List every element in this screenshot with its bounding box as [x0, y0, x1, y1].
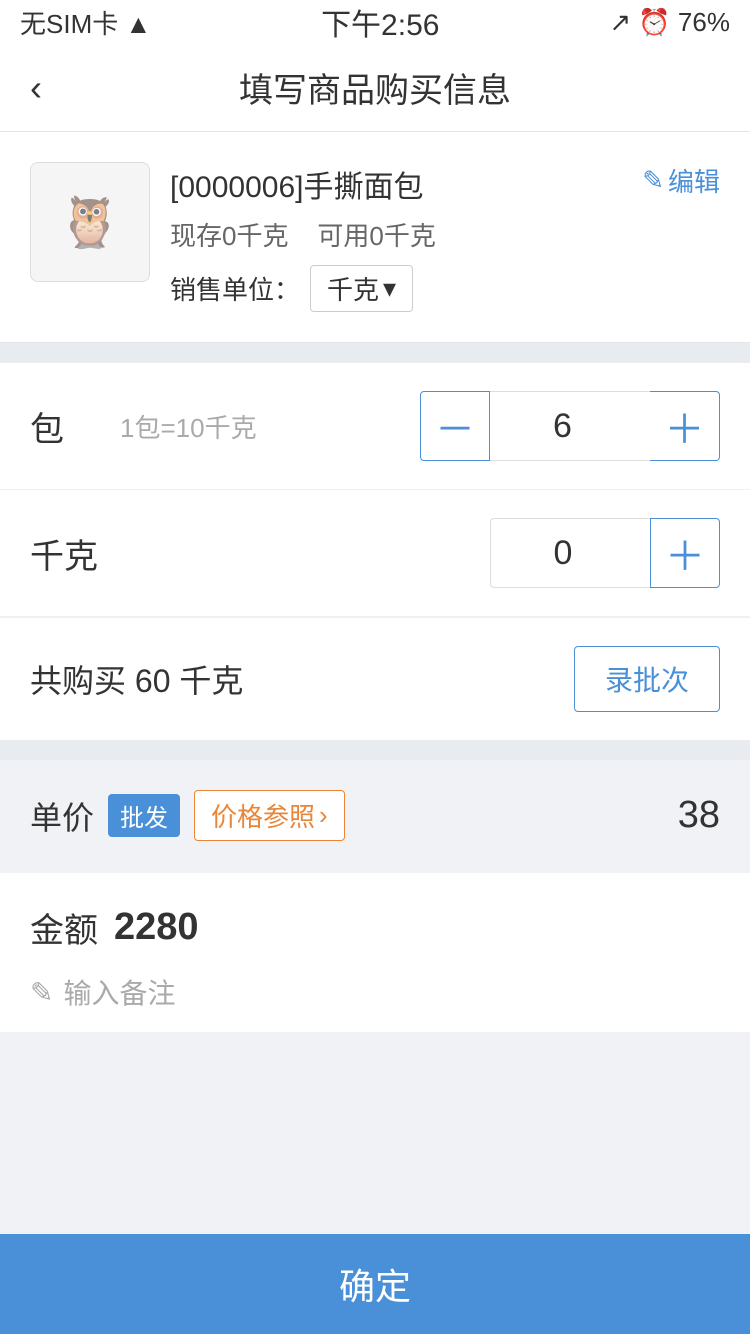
price-ref-chevron: › [319, 800, 328, 831]
price-ref-button[interactable]: 价格参照 › [194, 790, 345, 841]
amount-section: 金额 2280 ✎ 输入备注 [0, 873, 750, 1032]
unit-hint-bao: 1包=10千克 [120, 408, 420, 445]
product-stock: 现存0千克 可用0千克 [170, 216, 720, 253]
page-title: 填写商品购买信息 [239, 63, 511, 112]
batch-button[interactable]: 录批次 [574, 646, 720, 712]
confirm-text: 确定 [339, 1258, 411, 1310]
battery-text: ↗ ⏰ 76% [609, 7, 730, 38]
qty-input-bao[interactable] [490, 391, 650, 461]
quantity-row-kg: 千克 ＋ [0, 490, 750, 617]
unit-dropdown-icon: ▾ [383, 273, 396, 304]
price-label: 单价 [30, 793, 94, 839]
stock-available: 可用0千克 [317, 221, 435, 251]
remark-row[interactable]: ✎ 输入备注 [30, 972, 720, 1012]
minus-button-bao[interactable]: － [420, 391, 490, 461]
plus-button-bao[interactable]: ＋ [650, 391, 720, 461]
status-time: 下午2:56 [321, 0, 439, 44]
back-button[interactable]: ‹ [30, 67, 42, 109]
total-row: 共购买 60 千克 录批次 [0, 617, 750, 740]
edit-icon: ✎ [642, 165, 664, 196]
edit-button[interactable]: ✎ 编辑 [642, 162, 720, 199]
total-label: 共购买 60 千克 [30, 656, 574, 702]
unit-select[interactable]: 千克 ▾ [310, 265, 413, 312]
product-card: 🦉 [0000006]手撕面包 ✎ 编辑 现存0千克 可用0千克 销售单位： 千… [0, 132, 750, 343]
remark-placeholder: 输入备注 [63, 972, 175, 1012]
price-value: 38 [678, 794, 720, 837]
section-divider-2 [0, 740, 750, 760]
stock-current: 现存0千克 [170, 221, 288, 251]
amount-label: 金额 [30, 903, 98, 952]
amount-value: 2280 [114, 906, 199, 949]
signal-text: 无SIM卡 ▲ [20, 4, 151, 41]
unit-value: 千克 [327, 270, 379, 307]
product-thumbnail-icon: 🦉 [59, 193, 121, 252]
product-image: 🦉 [30, 162, 150, 282]
status-bar: 无SIM卡 ▲ 下午2:56 ↗ ⏰ 76% [0, 0, 750, 44]
product-info: [0000006]手撕面包 ✎ 编辑 现存0千克 可用0千克 销售单位： 千克 … [170, 162, 720, 312]
amount-row: 金额 2280 [30, 903, 720, 952]
status-left: 无SIM卡 ▲ [20, 4, 151, 41]
price-tag: 批发 [108, 794, 180, 837]
qty-control-bao: － ＋ [420, 391, 720, 461]
input-section: 包 1包=10千克 － ＋ 千克 ＋ 共购买 60 千克 录批次 [0, 363, 750, 740]
product-name: [0000006]手撕面包 [170, 162, 423, 206]
section-divider-1 [0, 343, 750, 363]
unit-label: 销售单位： [170, 270, 300, 307]
remark-icon: ✎ [30, 976, 53, 1009]
price-row: 单价 批发 价格参照 › 38 [0, 760, 750, 871]
confirm-bar[interactable]: 确定 [0, 1234, 750, 1334]
main-content [0, 1032, 750, 1234]
product-unit-row: 销售单位： 千克 ▾ [170, 265, 720, 312]
status-right: ↗ ⏰ 76% [609, 7, 730, 38]
price-ref-label: 价格参照 [211, 797, 315, 834]
unit-label-kg: 千克 [30, 529, 110, 578]
qty-input-kg[interactable] [490, 518, 650, 588]
unit-label-bao: 包 [30, 402, 110, 451]
quantity-row-bao: 包 1包=10千克 － ＋ [0, 363, 750, 490]
edit-label: 编辑 [668, 162, 720, 199]
nav-bar: ‹ 填写商品购买信息 [0, 44, 750, 132]
qty-control-kg: ＋ [490, 518, 720, 588]
plus-button-kg[interactable]: ＋ [650, 518, 720, 588]
